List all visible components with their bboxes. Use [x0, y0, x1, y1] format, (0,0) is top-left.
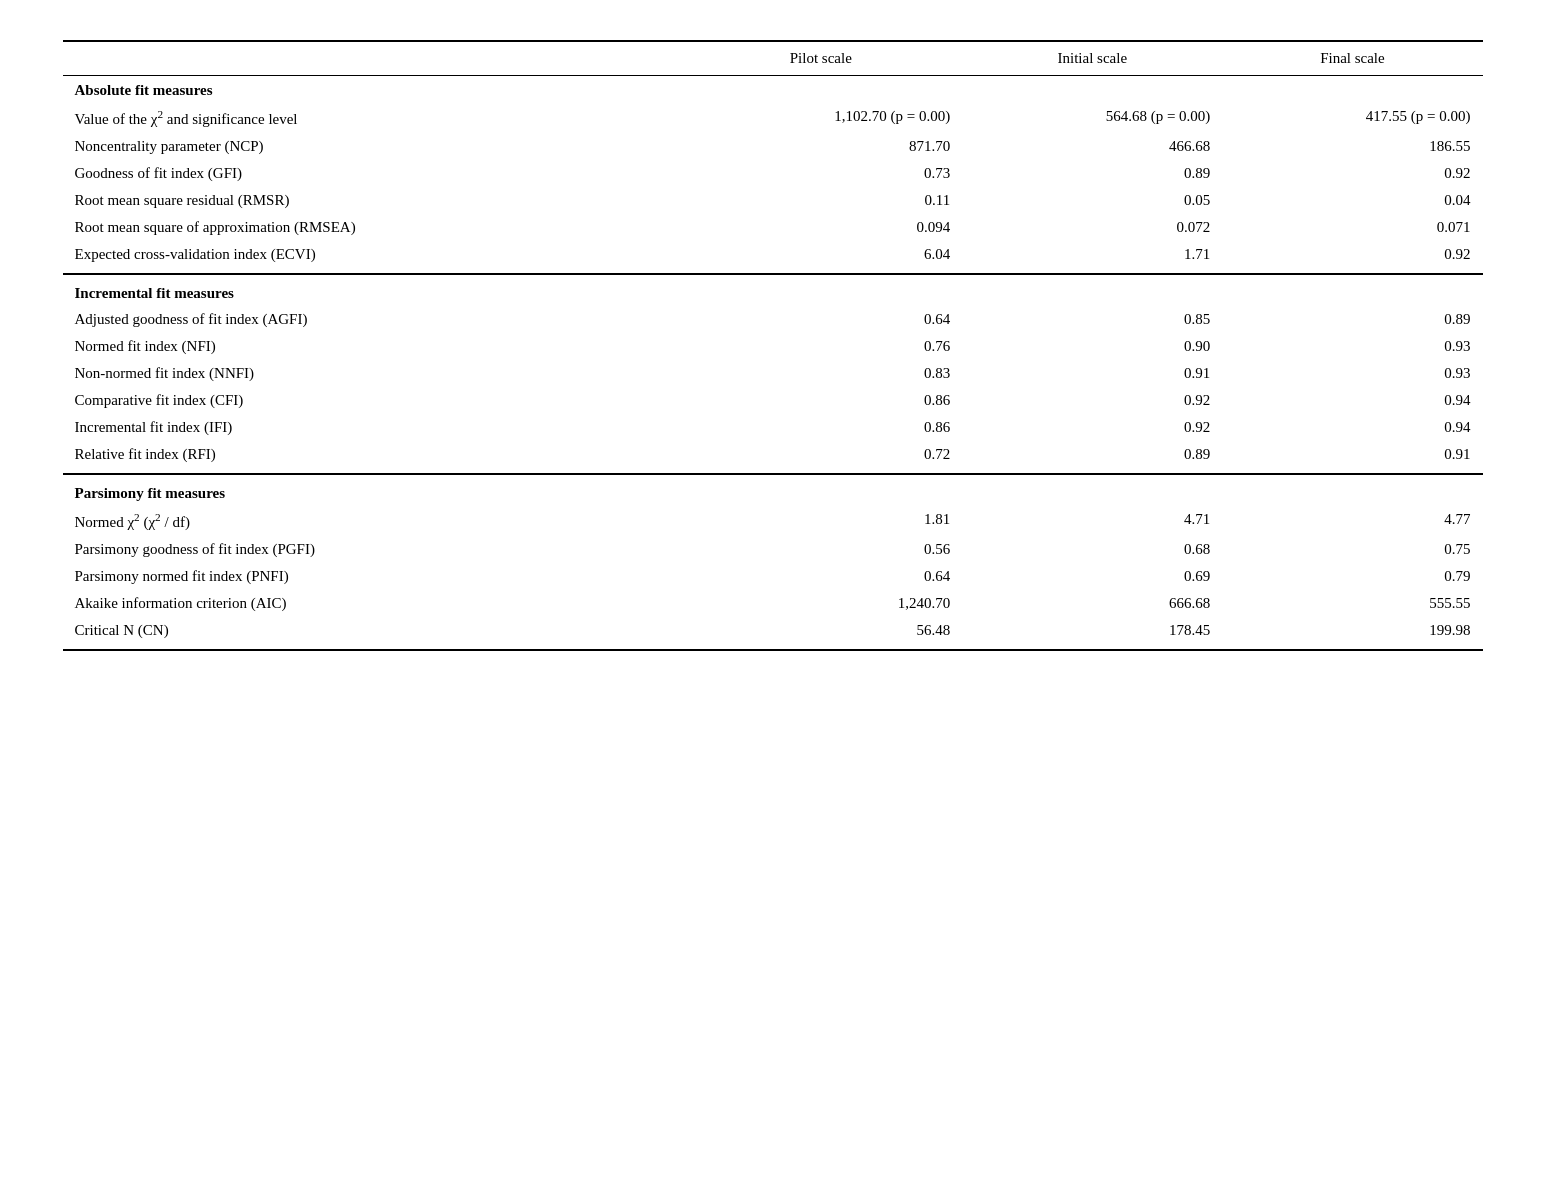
initial-cell: 4.71: [962, 506, 1222, 536]
table-row: Non-normed fit index (NNFI)0.830.910.93: [63, 360, 1483, 387]
pilot-cell: 56.48: [679, 617, 962, 650]
table-row: Expected cross-validation index (ECVI)6.…: [63, 241, 1483, 274]
final-cell: 0.071: [1222, 214, 1482, 241]
col-header-final: Final scale: [1222, 41, 1482, 76]
final-cell: 0.79: [1222, 563, 1482, 590]
initial-cell: 564.68 (p = 0.00): [962, 103, 1222, 133]
final-cell: 0.04: [1222, 187, 1482, 214]
pilot-cell: 6.04: [679, 241, 962, 274]
table-row: Comparative fit index (CFI)0.860.920.94: [63, 387, 1483, 414]
table-row: Akaike information criterion (AIC)1,240.…: [63, 590, 1483, 617]
initial-cell: 666.68: [962, 590, 1222, 617]
measure-cell: Goodness of fit index (GFI): [63, 160, 680, 187]
initial-cell: 0.85: [962, 306, 1222, 333]
measure-cell: Normed χ2 (χ2 / df): [63, 506, 680, 536]
final-cell: 0.92: [1222, 160, 1482, 187]
measure-cell: Incremental fit index (IFI): [63, 414, 680, 441]
pilot-cell: 0.76: [679, 333, 962, 360]
pilot-cell: 0.56: [679, 536, 962, 563]
table-row: Root mean square residual (RMSR)0.110.05…: [63, 187, 1483, 214]
final-cell: 0.94: [1222, 387, 1482, 414]
pilot-cell: 1,240.70: [679, 590, 962, 617]
initial-cell: 0.69: [962, 563, 1222, 590]
initial-cell: 0.92: [962, 414, 1222, 441]
final-cell: 417.55 (p = 0.00): [1222, 103, 1482, 133]
table-row: Critical N (CN)56.48178.45199.98: [63, 617, 1483, 650]
measure-cell: Akaike information criterion (AIC): [63, 590, 680, 617]
table-row: Goodness of fit index (GFI)0.730.890.92: [63, 160, 1483, 187]
initial-cell: 0.68: [962, 536, 1222, 563]
final-cell: 555.55: [1222, 590, 1482, 617]
measure-cell: Comparative fit index (CFI): [63, 387, 680, 414]
table-row: Noncentrality parameter (NCP)871.70466.6…: [63, 133, 1483, 160]
final-cell: 186.55: [1222, 133, 1482, 160]
pilot-cell: 0.72: [679, 441, 962, 474]
col-header-measure: [63, 41, 680, 76]
table-row: Incremental fit index (IFI)0.860.920.94: [63, 414, 1483, 441]
initial-cell: 0.92: [962, 387, 1222, 414]
pilot-cell: 0.64: [679, 306, 962, 333]
measure-cell: Root mean square residual (RMSR): [63, 187, 680, 214]
initial-cell: 178.45: [962, 617, 1222, 650]
table-row: Adjusted goodness of fit index (AGFI)0.6…: [63, 306, 1483, 333]
table-container: Pilot scale Initial scale Final scale Ab…: [63, 40, 1483, 651]
measure-cell: Expected cross-validation index (ECVI): [63, 241, 680, 274]
measure-cell: Normed fit index (NFI): [63, 333, 680, 360]
final-cell: 0.92: [1222, 241, 1482, 274]
initial-cell: 0.05: [962, 187, 1222, 214]
col-header-pilot: Pilot scale: [679, 41, 962, 76]
final-cell: 0.89: [1222, 306, 1482, 333]
measure-cell: Value of the χ2 and significance level: [63, 103, 680, 133]
section-header-row: Incremental fit measures: [63, 274, 1483, 306]
final-cell: 0.93: [1222, 333, 1482, 360]
initial-cell: 0.072: [962, 214, 1222, 241]
pilot-cell: 1.81: [679, 506, 962, 536]
final-cell: 4.77: [1222, 506, 1482, 536]
final-cell: 0.94: [1222, 414, 1482, 441]
measure-cell: Parsimony normed fit index (PNFI): [63, 563, 680, 590]
section-header-row: Parsimony fit measures: [63, 474, 1483, 506]
pilot-cell: 0.73: [679, 160, 962, 187]
pilot-cell: 0.83: [679, 360, 962, 387]
table-row: Root mean square of approximation (RMSEA…: [63, 214, 1483, 241]
measure-cell: Non-normed fit index (NNFI): [63, 360, 680, 387]
measure-cell: Relative fit index (RFI): [63, 441, 680, 474]
final-cell: 199.98: [1222, 617, 1482, 650]
table-row: Parsimony goodness of fit index (PGFI)0.…: [63, 536, 1483, 563]
final-cell: 0.91: [1222, 441, 1482, 474]
pilot-cell: 1,102.70 (p = 0.00): [679, 103, 962, 133]
pilot-cell: 871.70: [679, 133, 962, 160]
pilot-cell: 0.11: [679, 187, 962, 214]
table-row: Relative fit index (RFI)0.720.890.91: [63, 441, 1483, 474]
pilot-cell: 0.094: [679, 214, 962, 241]
final-cell: 0.93: [1222, 360, 1482, 387]
measure-cell: Noncentrality parameter (NCP): [63, 133, 680, 160]
initial-cell: 0.89: [962, 441, 1222, 474]
measure-cell: Critical N (CN): [63, 617, 680, 650]
col-header-initial: Initial scale: [962, 41, 1222, 76]
pilot-cell: 0.86: [679, 387, 962, 414]
table-row: Value of the χ2 and significance level1,…: [63, 103, 1483, 133]
initial-cell: 1.71: [962, 241, 1222, 274]
measure-cell: Root mean square of approximation (RMSEA…: [63, 214, 680, 241]
table-row: Normed χ2 (χ2 / df)1.814.714.77: [63, 506, 1483, 536]
initial-cell: 466.68: [962, 133, 1222, 160]
pilot-cell: 0.64: [679, 563, 962, 590]
initial-cell: 0.91: [962, 360, 1222, 387]
table-row: Parsimony normed fit index (PNFI)0.640.6…: [63, 563, 1483, 590]
fit-measures-table: Pilot scale Initial scale Final scale Ab…: [63, 40, 1483, 651]
section-header-label: Incremental fit measures: [63, 274, 1483, 306]
measure-cell: Parsimony goodness of fit index (PGFI): [63, 536, 680, 563]
table-row: Normed fit index (NFI)0.760.900.93: [63, 333, 1483, 360]
initial-cell: 0.90: [962, 333, 1222, 360]
section-header-label: Parsimony fit measures: [63, 474, 1483, 506]
measure-cell: Adjusted goodness of fit index (AGFI): [63, 306, 680, 333]
section-header-label: Absolute fit measures: [63, 76, 1483, 104]
section-header-row: Absolute fit measures: [63, 76, 1483, 104]
pilot-cell: 0.86: [679, 414, 962, 441]
final-cell: 0.75: [1222, 536, 1482, 563]
initial-cell: 0.89: [962, 160, 1222, 187]
